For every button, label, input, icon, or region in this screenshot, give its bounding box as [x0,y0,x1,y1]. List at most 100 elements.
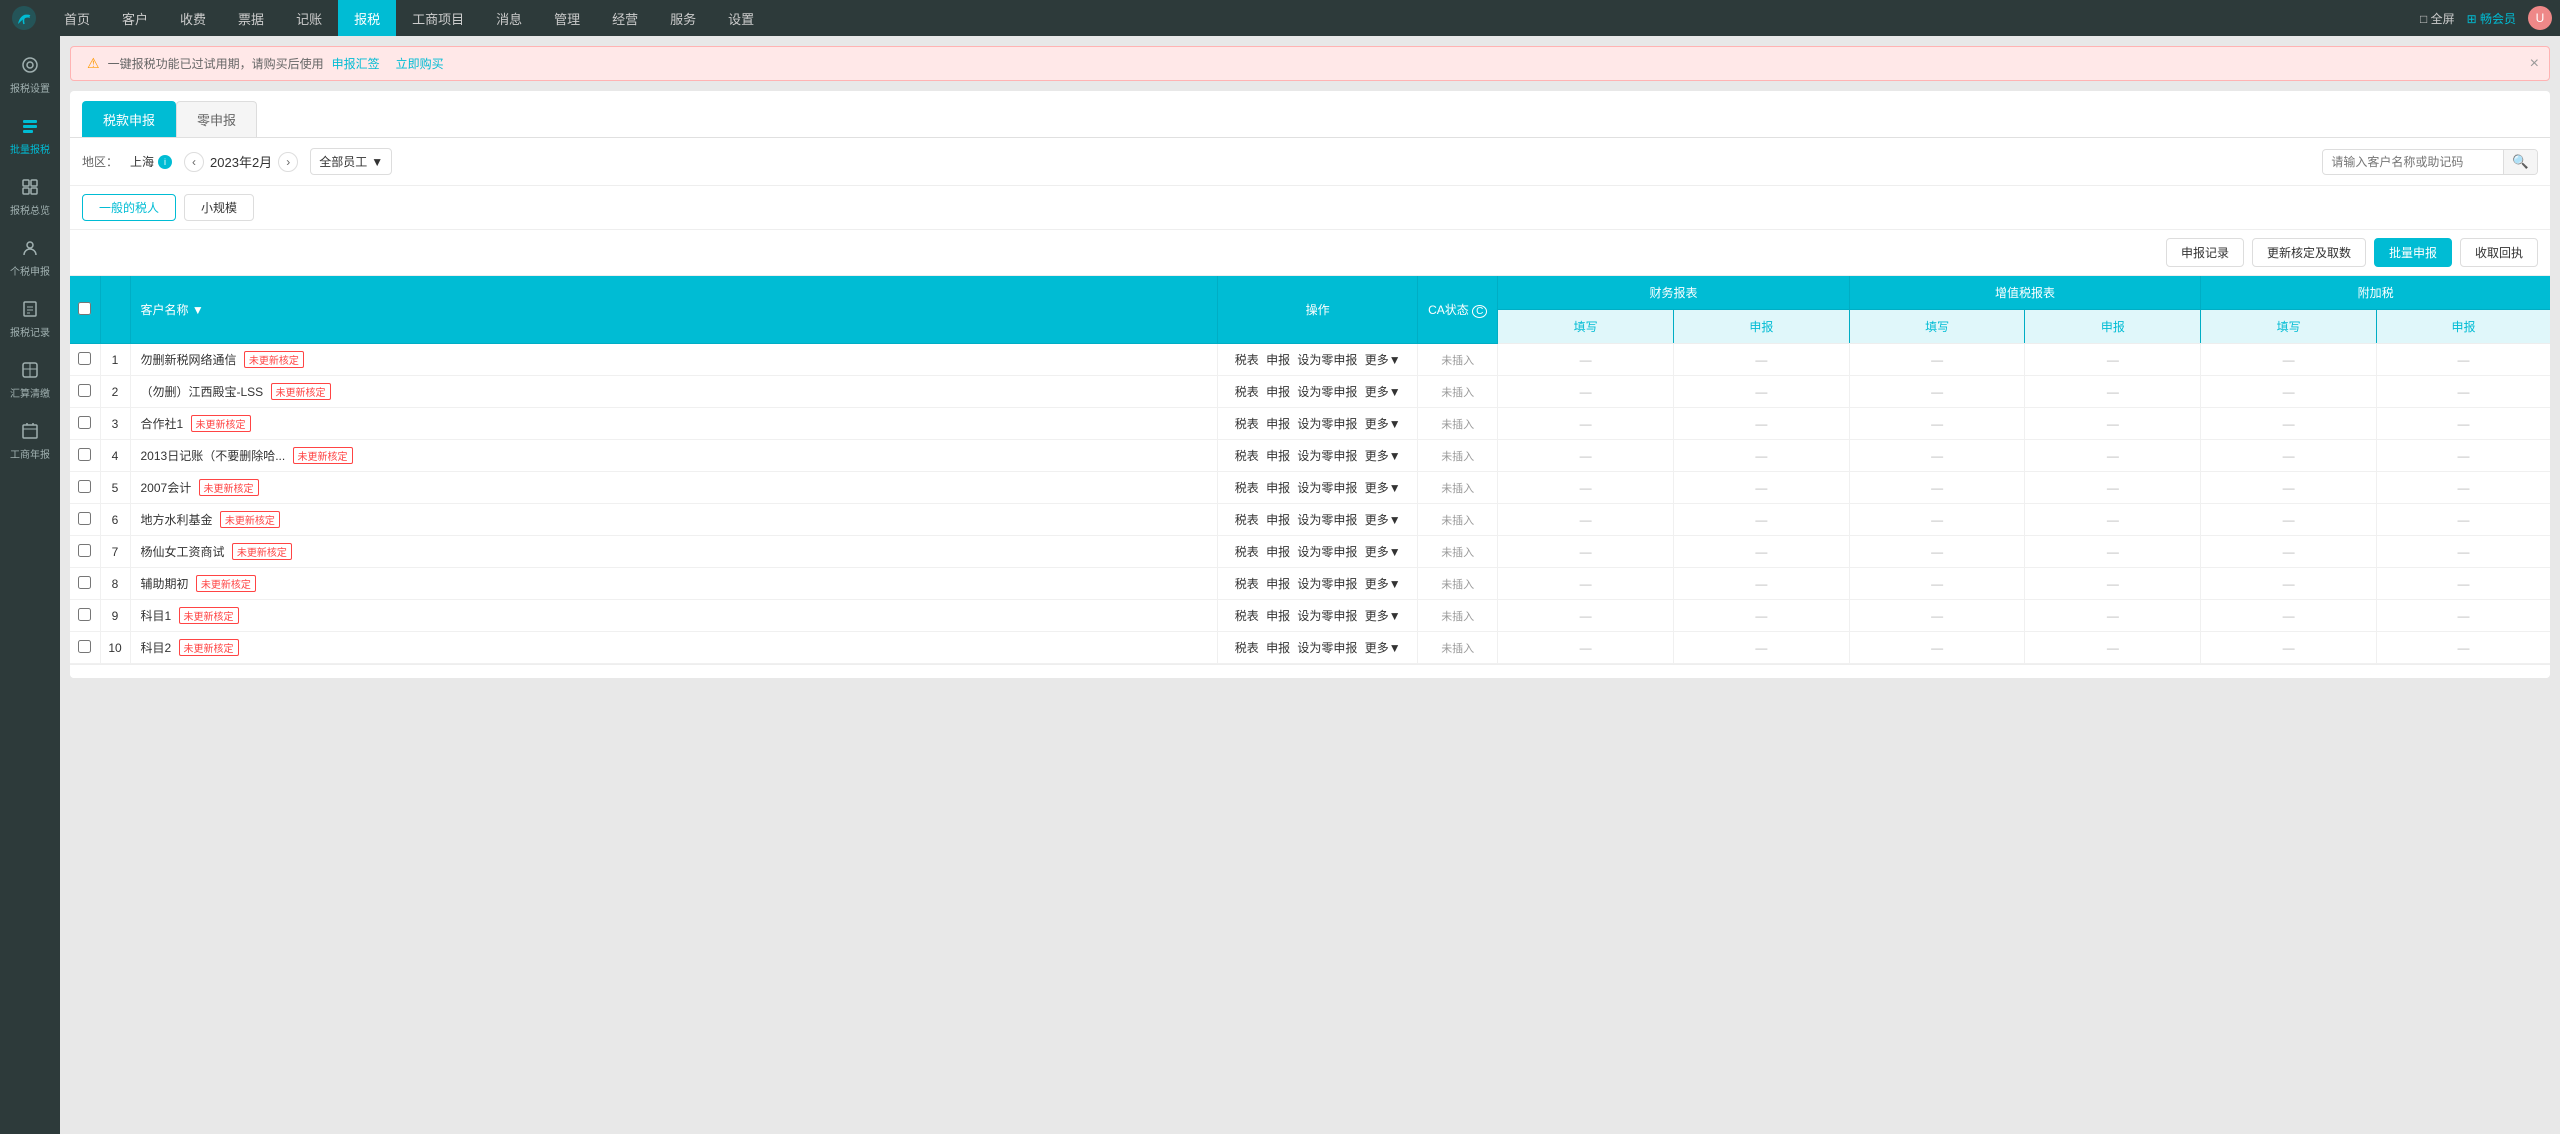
record-button[interactable]: 申报记录 [2166,238,2244,267]
op-1-row-2[interactable]: 申报 [1266,417,1290,431]
table-row: 3 合作社1 未更新核定 税表 申报 设为零申报 更多▼ 未插入 — — — —… [70,408,2550,440]
tab-zero-declaration[interactable]: 零申报 [176,101,257,137]
nav-invoice[interactable]: 票据 [222,0,280,36]
op-2-row-3[interactable]: 设为零申报 [1297,449,1357,463]
sort-icon[interactable]: ▼ [192,303,204,317]
row-checkbox-1[interactable] [78,384,91,397]
op-2-row-1[interactable]: 设为零申报 [1297,385,1357,399]
row-checkbox-5[interactable] [78,512,91,525]
op-3-row-3[interactable]: 更多▼ [1365,449,1401,463]
sub-tab-general[interactable]: 一般的税人 [82,194,176,221]
row-checkbox-9[interactable] [78,640,91,653]
row-fin-report: — [1673,376,1849,408]
op-0-row-6[interactable]: 税表 [1235,545,1259,559]
op-1-row-8[interactable]: 申报 [1266,609,1290,623]
op-0-row-1[interactable]: 税表 [1235,385,1259,399]
fullscreen-button[interactable]: □ 全屏 [2420,10,2455,27]
op-2-row-4[interactable]: 设为零申报 [1297,481,1357,495]
op-2-row-5[interactable]: 设为零申报 [1297,513,1357,527]
retrieve-button[interactable]: 收取回执 [2460,238,2538,267]
nav-business[interactable]: 工商项目 [396,0,480,36]
op-0-row-7[interactable]: 税表 [1235,577,1259,591]
op-3-row-8[interactable]: 更多▼ [1365,609,1401,623]
op-1-row-0[interactable]: 申报 [1266,353,1290,367]
op-0-row-5[interactable]: 税表 [1235,513,1259,527]
notice-close-button[interactable]: × [2530,55,2539,73]
sidebar-item-personal-tax[interactable]: 个税申报 [0,227,60,288]
sub-tab-small[interactable]: 小规模 [184,194,254,221]
nav-message[interactable]: 消息 [480,0,538,36]
op-3-row-1[interactable]: 更多▼ [1365,385,1401,399]
nav-operation[interactable]: 经营 [596,0,654,36]
op-3-row-5[interactable]: 更多▼ [1365,513,1401,527]
row-vat-fill: — [1849,376,2025,408]
user-avatar[interactable]: U [2528,6,2552,30]
batch-report-button[interactable]: 批量申报 [2374,238,2452,267]
sidebar-item-record[interactable]: 报税记录 [0,288,60,349]
nav-tax[interactable]: 报税 [338,0,396,36]
row-checkbox-0[interactable] [78,352,91,365]
nav-manage[interactable]: 管理 [538,0,596,36]
row-checkbox-6[interactable] [78,544,91,557]
row-checkbox-4[interactable] [78,480,91,493]
op-0-row-8[interactable]: 税表 [1235,609,1259,623]
staff-selector[interactable]: 全部员工 ▼ [310,148,392,175]
select-all-checkbox[interactable] [78,302,91,315]
op-1-row-6[interactable]: 申报 [1266,545,1290,559]
date-next-button[interactable]: › [278,152,298,172]
ca-info-icon[interactable]: C [1472,305,1487,318]
nav-service[interactable]: 服务 [654,0,712,36]
sidebar-item-settlement[interactable]: 汇算清缴 [0,349,60,410]
nav-home[interactable]: 首页 [48,0,106,36]
op-3-row-9[interactable]: 更多▼ [1365,641,1401,655]
search-button[interactable]: 🔍 [2503,150,2537,174]
app-logo[interactable] [8,2,40,34]
op-3-row-4[interactable]: 更多▼ [1365,481,1401,495]
op-3-row-0[interactable]: 更多▼ [1365,353,1401,367]
nav-customer[interactable]: 客户 [106,0,164,36]
op-0-row-2[interactable]: 税表 [1235,417,1259,431]
op-1-row-9[interactable]: 申报 [1266,641,1290,655]
sidebar-item-annual[interactable]: 工商年报 [0,410,60,471]
op-2-row-0[interactable]: 设为零申报 [1297,353,1357,367]
op-0-row-0[interactable]: 税表 [1235,353,1259,367]
row-vat-fill: — [1849,632,2025,664]
op-0-row-9[interactable]: 税表 [1235,641,1259,655]
op-1-row-4[interactable]: 申报 [1266,481,1290,495]
search-input[interactable] [2323,151,2503,173]
row-checkbox-3[interactable] [78,448,91,461]
sidebar-item-overview[interactable]: 报税总览 [0,166,60,227]
op-3-row-7[interactable]: 更多▼ [1365,577,1401,591]
notice-link-report[interactable]: 申报汇签 [332,55,380,72]
date-prev-button[interactable]: ‹ [184,152,204,172]
op-2-row-7[interactable]: 设为零申报 [1297,577,1357,591]
op-1-row-7[interactable]: 申报 [1266,577,1290,591]
op-1-row-1[interactable]: 申报 [1266,385,1290,399]
op-3-row-2[interactable]: 更多▼ [1365,417,1401,431]
op-1-row-3[interactable]: 申报 [1266,449,1290,463]
notice-link-buy[interactable]: 立即购买 [396,55,444,72]
tab-tax-declaration[interactable]: 税款申报 [82,101,176,137]
row-checkbox-8[interactable] [78,608,91,621]
row-checkbox-2[interactable] [78,416,91,429]
location-selector[interactable]: 上海 i [130,153,172,170]
op-0-row-4[interactable]: 税表 [1235,481,1259,495]
op-3-row-6[interactable]: 更多▼ [1365,545,1401,559]
nav-accounting[interactable]: 记账 [280,0,338,36]
nav-billing[interactable]: 收费 [164,0,222,36]
location-info-icon[interactable]: i [158,155,172,169]
member-button[interactable]: ⊞ 畅会员 [2467,10,2516,27]
op-2-row-9[interactable]: 设为零申报 [1297,641,1357,655]
row-name: （勿删）江西殿宝-LSS 未更新核定 [130,376,1218,408]
nav-settings[interactable]: 设置 [712,0,770,36]
op-2-row-8[interactable]: 设为零申报 [1297,609,1357,623]
sidebar-item-batch-tax[interactable]: 批量报税 [0,105,60,166]
op-2-row-2[interactable]: 设为零申报 [1297,417,1357,431]
op-1-row-5[interactable]: 申报 [1266,513,1290,527]
sidebar-item-tax-settings[interactable]: 报税设置 [0,44,60,105]
op-2-row-6[interactable]: 设为零申报 [1297,545,1357,559]
op-0-row-3[interactable]: 税表 [1235,449,1259,463]
update-button[interactable]: 更新核定及取数 [2252,238,2366,267]
row-checkbox-7[interactable] [78,576,91,589]
row-fin-report: — [1673,600,1849,632]
